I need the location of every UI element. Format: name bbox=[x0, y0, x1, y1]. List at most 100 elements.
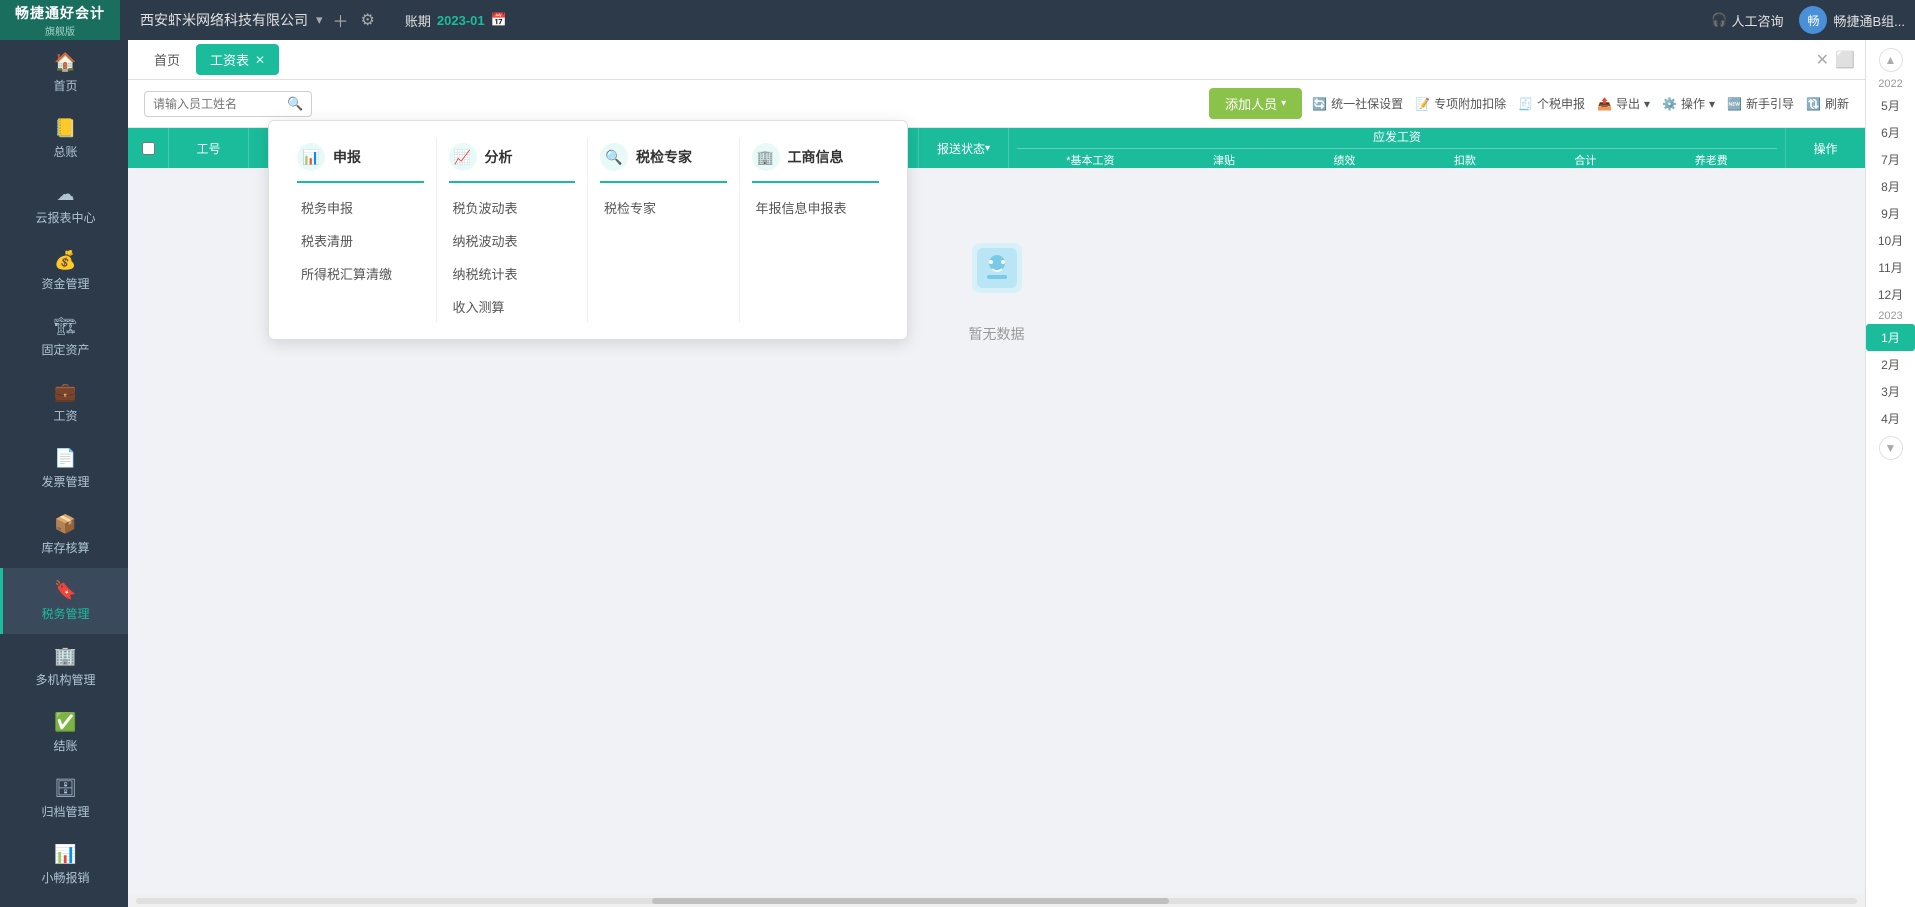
action-guide[interactable]: 🆕 新手引导 bbox=[1727, 95, 1794, 112]
right-sidebar-timeline: ▲ 2022 5月 6月 7月 8月 9月 10月 11月 12月 2023 1… bbox=[1865, 40, 1915, 907]
action-tax-filing[interactable]: 🧾 个税申报 bbox=[1518, 95, 1585, 112]
add-person-button[interactable]: 添加人员 ▾ bbox=[1209, 88, 1302, 119]
sidebar-item-archive[interactable]: 🗄 归档管理 bbox=[0, 766, 128, 832]
checkout-icon: ✅ bbox=[54, 712, 76, 733]
timeline-month-5[interactable]: 5月 bbox=[1866, 92, 1915, 119]
action-tax-label: 个税申报 bbox=[1537, 95, 1585, 112]
th-employee-id: 工号 bbox=[168, 128, 248, 168]
sidebar-item-ledger[interactable]: 📒 总账 bbox=[0, 106, 128, 172]
menu-item-income-calc[interactable]: 收入测算 bbox=[449, 290, 576, 323]
tab-home[interactable]: 首页 bbox=[138, 44, 196, 75]
sidebar-item-funds[interactable]: 💰 资金管理 bbox=[0, 238, 128, 304]
headset-icon: 🎧 bbox=[1711, 12, 1727, 28]
action-special-deduction[interactable]: 📝 专项附加扣除 bbox=[1415, 95, 1506, 112]
menu-item-tax-table[interactable]: 税表清册 bbox=[297, 224, 424, 257]
select-all-checkbox[interactable] bbox=[142, 142, 155, 155]
th-submit-status[interactable]: 报送状态 ▾ bbox=[918, 128, 1008, 168]
funds-icon: 💰 bbox=[54, 250, 76, 271]
sidebar-item-home[interactable]: 🏠 首页 bbox=[0, 40, 128, 106]
empty-icon bbox=[957, 228, 1037, 308]
th-deductions: 扣款 bbox=[1454, 152, 1476, 168]
tab-close-icon[interactable]: ✕ bbox=[255, 53, 265, 67]
action-refresh[interactable]: 🔃 刷新 bbox=[1806, 95, 1849, 112]
action-social-insurance[interactable]: 🔄 统一社保设置 bbox=[1312, 95, 1403, 112]
sidebar-item-reports[interactable]: ☁ 云报表中心 bbox=[0, 172, 128, 238]
timeline-year-prev: 2022 bbox=[1878, 76, 1902, 92]
timeline-month-3[interactable]: 3月 bbox=[1866, 378, 1915, 405]
tax-filing-icon: 🧾 bbox=[1518, 97, 1533, 111]
timeline-month-7[interactable]: 7月 bbox=[1866, 146, 1915, 173]
sidebar-item-checkout-label: 结账 bbox=[53, 737, 77, 754]
th-operations: 操作 bbox=[1785, 128, 1865, 168]
dropdown-arrow-icon: ▾ bbox=[1281, 98, 1286, 109]
timeline-month-10[interactable]: 10月 bbox=[1866, 227, 1915, 254]
timeline-month-6[interactable]: 6月 bbox=[1866, 119, 1915, 146]
business-section-icon: 🏢 bbox=[752, 143, 780, 171]
sidebar-item-archive-label: 归档管理 bbox=[41, 803, 89, 820]
company-select-area[interactable]: 西安虾米网络科技有限公司 ▾ bbox=[140, 10, 323, 30]
timeline-month-12[interactable]: 12月 bbox=[1866, 281, 1915, 308]
sidebar-item-tax[interactable]: 🔖 税务管理 bbox=[0, 568, 128, 634]
section-header-analysis: 📈 分析 bbox=[449, 137, 576, 183]
sidebar-item-checkout[interactable]: ✅ 结账 bbox=[0, 700, 128, 766]
window-restore-icon[interactable]: ⬜ bbox=[1835, 50, 1855, 70]
action-operations[interactable]: ⚙️ 操作 ▾ bbox=[1662, 95, 1715, 112]
timeline-month-11[interactable]: 11月 bbox=[1866, 254, 1915, 281]
action-operations-label: 操作 bbox=[1681, 95, 1705, 112]
chevron-down-icon[interactable]: ▾ bbox=[316, 12, 323, 28]
scrollbar-thumb[interactable] bbox=[652, 898, 1168, 904]
sidebar-item-assets-label: 固定资产 bbox=[41, 341, 89, 358]
th-checkbox[interactable] bbox=[128, 128, 168, 168]
sidebar-item-inventory[interactable]: 📦 库存核算 bbox=[0, 502, 128, 568]
menu-item-tax-burden[interactable]: 税负波动表 bbox=[449, 191, 576, 224]
timeline-month-8[interactable]: 8月 bbox=[1866, 173, 1915, 200]
timeline-month-9[interactable]: 9月 bbox=[1866, 200, 1915, 227]
timeline-up-nav[interactable]: ▲ bbox=[1879, 48, 1903, 72]
window-close-icon[interactable]: ✕ bbox=[1816, 50, 1829, 70]
timeline-month-4[interactable]: 4月 bbox=[1866, 405, 1915, 432]
search-input[interactable] bbox=[153, 97, 283, 111]
avatar-area[interactable]: 畅 畅捷通B组... bbox=[1799, 6, 1905, 34]
sidebar-item-invoices[interactable]: 📄 发票管理 bbox=[0, 436, 128, 502]
tab-salary-table[interactable]: 工资表 ✕ bbox=[196, 44, 279, 75]
action-refresh-label: 刷新 bbox=[1825, 95, 1849, 112]
th-salary-group: 应发工资 *基本工资 津贴 绩效 扣款 合计 养老费 bbox=[1008, 128, 1785, 168]
action-export-label: 导出 bbox=[1616, 95, 1640, 112]
section-title-analysis: 分析 bbox=[485, 147, 513, 167]
sidebar-item-invoices-label: 发票管理 bbox=[41, 473, 89, 490]
sidebar-item-multi-org[interactable]: 🏢 多机构管理 bbox=[0, 634, 128, 700]
user-service[interactable]: 🎧 人工咨询 bbox=[1711, 11, 1783, 30]
sidebar-item-assets[interactable]: 🏗 固定资产 bbox=[0, 304, 128, 370]
sidebar-item-report-label: 小畅报销 bbox=[41, 869, 89, 886]
archive-icon: 🗄 bbox=[54, 778, 77, 799]
menu-item-annual-report[interactable]: 年报信息申报表 bbox=[752, 191, 880, 224]
social-icon: 🔄 bbox=[1312, 97, 1327, 111]
sidebar-item-payroll[interactable]: 💼 工资 bbox=[0, 370, 128, 436]
timeline-month-1[interactable]: 1月 bbox=[1866, 324, 1915, 351]
timeline-down-nav[interactable]: ▼ bbox=[1879, 436, 1903, 460]
reports-icon: ☁ bbox=[57, 184, 75, 205]
sidebar-item-report[interactable]: 📊 小畅报销 bbox=[0, 832, 128, 898]
search-container[interactable]: 🔍 bbox=[144, 91, 312, 117]
timeline-month-2[interactable]: 2月 bbox=[1866, 351, 1915, 378]
section-header-business: 🏢 工商信息 bbox=[752, 137, 880, 183]
menu-item-tax-change[interactable]: 纳税波动表 bbox=[449, 224, 576, 257]
menu-item-tax-expert[interactable]: 税检专家 bbox=[600, 191, 727, 224]
sidebar-item-settings[interactable]: ⚙ 基础设置 bbox=[0, 898, 128, 907]
menu-item-tax-stats[interactable]: 纳税统计表 bbox=[449, 257, 576, 290]
menu-item-tax-settlement[interactable]: 所得税汇算清缴 bbox=[297, 257, 424, 290]
action-export[interactable]: 📤 导出 ▾ bbox=[1597, 95, 1650, 112]
sidebar-item-inventory-label: 库存核算 bbox=[41, 539, 89, 556]
tab-salary-label: 工资表 bbox=[210, 50, 249, 69]
calendar-icon[interactable]: 📅 bbox=[491, 12, 507, 28]
content-area: 首页 工资表 ✕ ✕ ⬜ 🔍 添加人员 ▾ 🔄 bbox=[128, 40, 1865, 907]
inventory-icon: 📦 bbox=[54, 514, 76, 535]
add-icon[interactable]: ＋ bbox=[333, 8, 349, 32]
settings-icon[interactable]: ⚙ bbox=[361, 10, 375, 30]
menu-item-tax-filing[interactable]: 税务申报 bbox=[297, 191, 424, 224]
report-icon: 📊 bbox=[54, 844, 76, 865]
th-pension: 养老费 bbox=[1695, 152, 1728, 168]
horizontal-scrollbar[interactable] bbox=[128, 895, 1865, 907]
logo-subtitle: 旗舰版 bbox=[45, 23, 75, 38]
top-header: 畅捷通好会计 旗舰版 西安虾米网络科技有限公司 ▾ ＋ ⚙ 账期 2023-01… bbox=[0, 0, 1915, 40]
